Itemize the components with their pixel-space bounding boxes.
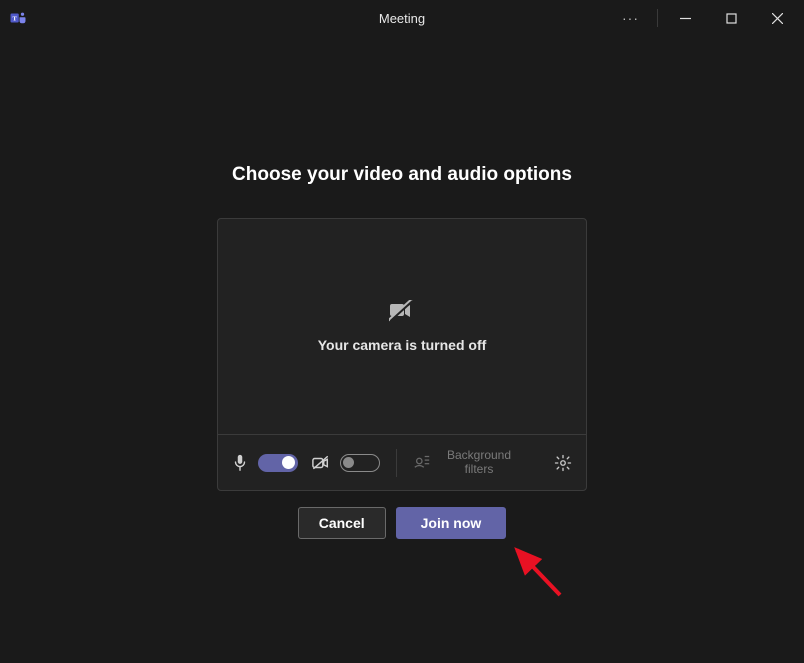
annotation-arrow [505, 540, 575, 610]
camera-off-text: Your camera is turned off [318, 337, 487, 353]
video-preview-area: Your camera is turned off [218, 219, 586, 434]
svg-text:T: T [12, 15, 17, 22]
av-controls-row: Background filters [218, 434, 586, 490]
background-filters-icon [413, 453, 431, 473]
titlebar-separator [657, 9, 658, 27]
join-now-button[interactable]: Join now [396, 507, 507, 539]
camera-toggle[interactable] [340, 454, 380, 472]
main-content: Choose your video and audio options Your… [0, 36, 804, 539]
microphone-icon[interactable] [232, 454, 248, 472]
close-button[interactable] [754, 3, 800, 33]
cancel-button[interactable]: Cancel [298, 507, 386, 539]
camera-off-icon [389, 300, 415, 327]
minimize-button[interactable] [662, 3, 708, 33]
footer-buttons: Cancel Join now [298, 507, 507, 539]
more-options-button[interactable]: ··· [608, 10, 653, 26]
controls-divider [396, 449, 397, 477]
page-heading: Choose your video and audio options [232, 164, 572, 186]
video-preview-card: Your camera is turned off [217, 218, 587, 491]
background-filters-button[interactable]: Background filters [413, 449, 519, 477]
microphone-toggle[interactable] [258, 454, 298, 472]
background-filters-label: Background filters [439, 449, 519, 477]
titlebar: T Meeting ··· [0, 0, 804, 36]
camera-icon[interactable] [312, 455, 330, 471]
maximize-button[interactable] [708, 3, 754, 33]
settings-button[interactable] [554, 454, 572, 472]
window-title: Meeting [379, 11, 425, 26]
teams-app-icon: T [8, 8, 28, 28]
